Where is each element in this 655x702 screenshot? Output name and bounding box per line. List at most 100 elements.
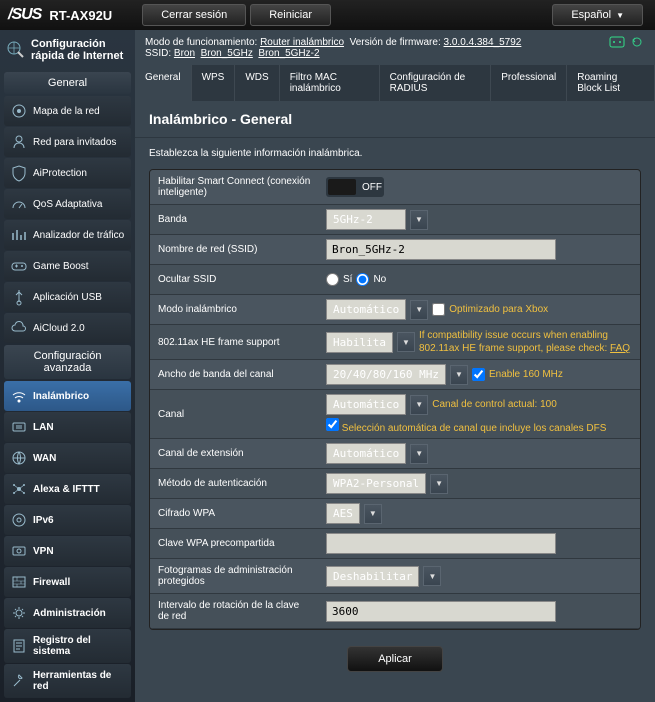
- speedometer-icon: [10, 195, 28, 213]
- xbox-optimize-checkbox[interactable]: [432, 303, 445, 316]
- faq-link[interactable]: FAQ: [610, 343, 630, 354]
- sidebar-item-firewall[interactable]: Firewall: [4, 567, 131, 597]
- tab-general[interactable]: General: [135, 65, 192, 101]
- fw-label: Versión de firmware:: [350, 37, 441, 48]
- model-name: RT-AX92U: [49, 8, 112, 23]
- log-icon: [10, 637, 28, 655]
- label-he: 802.11ax HE frame support: [150, 331, 320, 354]
- sidebar-item-network-map[interactable]: Mapa de la red: [4, 96, 131, 126]
- sidebar-item-alexa[interactable]: Alexa & IFTTT: [4, 474, 131, 504]
- quick-setup[interactable]: Configuración rápida de Internet: [0, 30, 135, 70]
- tab-radius[interactable]: Configuración de RADIUS: [380, 65, 492, 101]
- tab-wps[interactable]: WPS: [192, 65, 236, 101]
- shield-icon: [10, 164, 28, 182]
- label-rekey: Intervalo de rotación de la clave de red: [150, 594, 320, 628]
- pmf-dropdown[interactable]: ▼: [423, 566, 441, 586]
- channel-select[interactable]: Automático: [326, 394, 406, 415]
- advanced-section-title: Configuración avanzada: [4, 345, 131, 379]
- ssid-3: Bron_5GHz-2: [258, 48, 319, 59]
- gear-icon: [10, 604, 28, 622]
- globe-wrench-icon: [6, 40, 26, 60]
- label-hide-ssid: Ocultar SSID: [150, 268, 320, 291]
- smart-connect-toggle[interactable]: OFF: [326, 177, 384, 197]
- mode-label: Modo de funcionamiento:: [145, 37, 257, 48]
- band-select[interactable]: 5GHz-2: [326, 209, 406, 230]
- tab-macfilter[interactable]: Filtro MAC inalámbrico: [280, 65, 380, 101]
- guest-icon: [10, 133, 28, 151]
- gamepad-icon: [10, 257, 28, 275]
- ipv6-icon: [10, 511, 28, 529]
- tools-icon: [10, 672, 28, 690]
- mode-value[interactable]: Router inalámbrico: [260, 37, 344, 48]
- brand-logo: /SUS: [8, 6, 41, 24]
- wlmode-select[interactable]: Automático: [326, 299, 406, 320]
- fw-value[interactable]: 3.0.0.4.384_5792: [444, 37, 522, 48]
- cloud-icon: [10, 319, 28, 337]
- tab-wds[interactable]: WDS: [235, 65, 279, 101]
- he-select[interactable]: Habilita: [326, 332, 393, 353]
- sidebar-item-syslog[interactable]: Registro del sistema: [4, 629, 131, 663]
- chart-icon: [10, 226, 28, 244]
- label-pmf: Fotogramas de administración protegidos: [150, 559, 320, 593]
- channel-dropdown[interactable]: ▼: [410, 395, 428, 415]
- hide-no-radio[interactable]: [356, 273, 369, 286]
- sidebar: Configuración rápida de Internet General…: [0, 30, 135, 702]
- lan-icon: [10, 418, 28, 436]
- wpa-dropdown[interactable]: ▼: [364, 504, 382, 524]
- refresh-icon[interactable]: [629, 36, 645, 48]
- pmf-select[interactable]: Deshabilitar: [326, 566, 419, 587]
- sidebar-item-wan[interactable]: WAN: [4, 443, 131, 473]
- label-ext: Canal de extensión: [150, 442, 320, 465]
- page-desc: Establezca la siguiente información inal…: [135, 138, 655, 169]
- sidebar-item-vpn[interactable]: VPN: [4, 536, 131, 566]
- sidebar-item-gameboost[interactable]: Game Boost: [4, 251, 131, 281]
- sidebar-item-ipv6[interactable]: IPv6: [4, 505, 131, 535]
- label-psk: Clave WPA precompartida: [150, 532, 320, 555]
- sidebar-item-aiprotection[interactable]: AiProtection: [4, 158, 131, 188]
- content-area: Modo de funcionamiento: Router inalámbri…: [135, 30, 655, 702]
- band-dropdown[interactable]: ▼: [410, 210, 428, 230]
- wlmode-dropdown[interactable]: ▼: [410, 300, 428, 320]
- sidebar-item-lan[interactable]: LAN: [4, 412, 131, 442]
- sidebar-item-nettools[interactable]: Herramientas de red: [4, 664, 131, 698]
- label-bw: Ancho de banda del canal: [150, 363, 320, 386]
- label-wpa: Cifrado WPA: [150, 502, 320, 525]
- bw-select[interactable]: 20/40/80/160 MHz: [326, 364, 446, 385]
- dfs-checkbox[interactable]: [326, 418, 339, 431]
- hide-yes-radio[interactable]: [326, 273, 339, 286]
- sidebar-item-qos[interactable]: QoS Adaptativa: [4, 189, 131, 219]
- sidebar-item-wireless[interactable]: Inalámbrico: [4, 381, 131, 411]
- sidebar-item-admin[interactable]: Administración: [4, 598, 131, 628]
- auth-select[interactable]: WPA2-Personal: [326, 473, 426, 494]
- sidebar-item-aicloud[interactable]: AiCloud 2.0: [4, 313, 131, 343]
- auth-dropdown[interactable]: ▼: [430, 474, 448, 494]
- general-section-title: General: [4, 72, 131, 94]
- wifi-icon: [10, 387, 28, 405]
- language-selector[interactable]: Español▼: [552, 4, 643, 26]
- sidebar-item-guest[interactable]: Red para invitados: [4, 127, 131, 157]
- ssid-input[interactable]: [326, 239, 556, 260]
- logout-button[interactable]: Cerrar sesión: [142, 4, 246, 26]
- ssid-1: Bron: [174, 48, 195, 59]
- bw-dropdown[interactable]: ▼: [450, 365, 468, 385]
- tab-professional[interactable]: Professional: [491, 65, 567, 101]
- label-auth: Método de autenticación: [150, 472, 320, 495]
- usb-icon: [10, 288, 28, 306]
- tab-roaming[interactable]: Roaming Block List: [567, 65, 655, 101]
- rekey-input[interactable]: [326, 601, 556, 622]
- reboot-button[interactable]: Reiniciar: [250, 4, 331, 26]
- wpa-select[interactable]: AES: [326, 503, 360, 524]
- ext-select[interactable]: Automático: [326, 443, 406, 464]
- ext-dropdown[interactable]: ▼: [410, 444, 428, 464]
- sidebar-item-traffic[interactable]: Analizador de tráfico: [4, 220, 131, 250]
- vpn-icon: [10, 542, 28, 560]
- alexa-icon: [10, 480, 28, 498]
- app-icon[interactable]: [609, 36, 625, 48]
- psk-input[interactable]: [326, 533, 556, 554]
- enable160-checkbox[interactable]: [472, 368, 485, 381]
- sidebar-item-usb[interactable]: Aplicación USB: [4, 282, 131, 312]
- apply-button[interactable]: Aplicar: [347, 646, 443, 672]
- he-dropdown[interactable]: ▼: [397, 332, 415, 352]
- chevron-down-icon: ▼: [616, 11, 624, 20]
- label-wlmode: Modo inalámbrico: [150, 298, 320, 321]
